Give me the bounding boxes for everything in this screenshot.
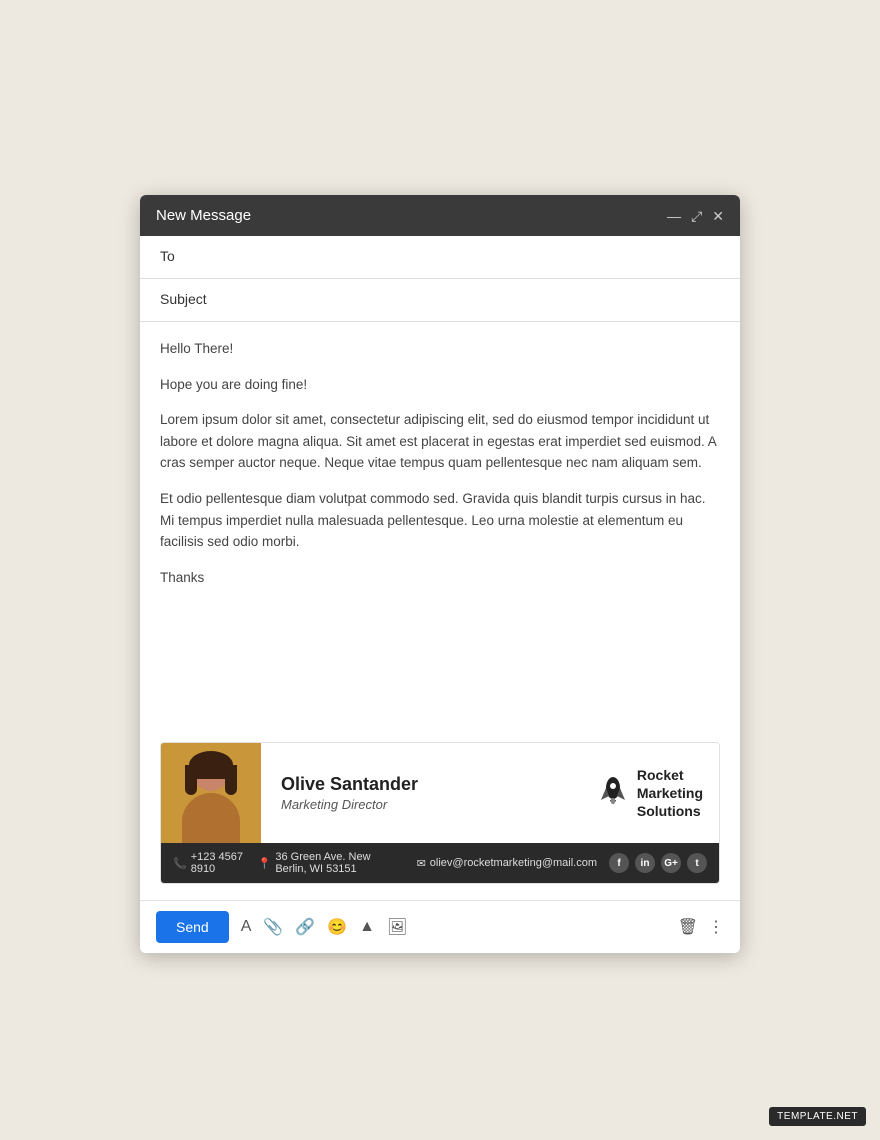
phone-number: +123 4567 8910 [191,851,246,875]
sig-phone: 📞 +123 4567 8910 [173,851,246,875]
drive-icon[interactable]: ▲ [359,918,375,936]
body-para1: Lorem ipsum dolor sit amet, consectetur … [160,409,720,474]
body-para2: Et odio pellentesque diam volutpat commo… [160,488,720,553]
compose-body: To Subject Hello There! Hope you are doi… [140,236,740,953]
toolbar-left: Send A 📎 🔗 😊 ▲ 🖼 [156,911,407,943]
send-button[interactable]: Send [156,911,229,943]
email-text: oliev@rocketmarketing@mail.com [430,857,597,869]
signature-photo [161,743,261,843]
body-line2: Hope you are doing fine! [160,374,720,396]
template-badge: TEMPLATE.NET [769,1107,866,1126]
font-icon[interactable]: A [241,918,252,936]
header-controls: — ⤢ ✕ [667,209,724,223]
address-text: 36 Green Ave. New Berlin, WI 53151 [275,851,404,875]
delete-icon[interactable]: 🗑 [678,917,698,937]
link-icon[interactable]: 🔗 [295,917,315,937]
emoji-icon[interactable]: 😊 [327,917,347,937]
sig-email: ✉ oliev@rocketmarketing@mail.com [417,857,597,870]
more-icon[interactable]: ⋮ [708,917,724,937]
instagram-icon[interactable]: in [635,853,655,873]
subject-field-row: Subject [140,279,740,322]
signature-top: Olive Santander Marketing Director [161,743,719,843]
minimize-button[interactable]: — [667,209,681,223]
googleplus-icon[interactable]: G+ [661,853,681,873]
rocket-icon [597,770,629,817]
signature-name: Olive Santander [281,774,577,795]
to-field-row: To [140,236,740,279]
signature-info: Olive Santander Marketing Director [261,760,597,826]
email-icon: ✉ [417,857,426,870]
body-greeting: Hello There! [160,338,720,360]
body-thanks: Thanks [160,567,720,589]
subject-input[interactable] [219,291,719,307]
signature-role: Marketing Director [281,797,577,812]
close-button[interactable]: ✕ [712,209,724,223]
hair-side-right [225,765,237,795]
compose-header: New Message — ⤢ ✕ [140,195,740,236]
image-icon[interactable]: 🖼 [387,917,407,937]
facebook-icon[interactable]: f [609,853,629,873]
company-logo: RocketMarketingSolutions [597,766,703,821]
phone-icon: 📞 [173,857,187,870]
signature-card: Olive Santander Marketing Director [160,742,720,884]
email-body[interactable]: Hello There! Hope you are doing fine! Lo… [140,322,740,722]
to-input[interactable] [187,248,687,264]
to-label: To [160,248,175,264]
compose-toolbar: Send A 📎 🔗 😊 ▲ 🖼 🗑 ⋮ [140,900,740,953]
company-name: RocketMarketingSolutions [637,766,703,821]
subject-label: Subject [160,291,207,307]
toolbar-right: 🗑 ⋮ [678,917,724,937]
person-body [182,793,240,843]
compose-window: New Message — ⤢ ✕ To Subject Hello There… [140,195,740,953]
location-icon: 📍 [258,857,272,870]
attachment-icon[interactable]: 📎 [263,917,283,937]
social-links: f in G+ t [609,853,707,873]
window-title: New Message [156,207,251,224]
maximize-button[interactable]: ⤢ [691,209,702,223]
hair-side-left [185,765,197,795]
sig-address: 📍 36 Green Ave. New Berlin, WI 53151 [258,851,405,875]
twitter-icon[interactable]: t [687,853,707,873]
signature-bottom: 📞 +123 4567 8910 📍 36 Green Ave. New Ber… [161,843,719,883]
